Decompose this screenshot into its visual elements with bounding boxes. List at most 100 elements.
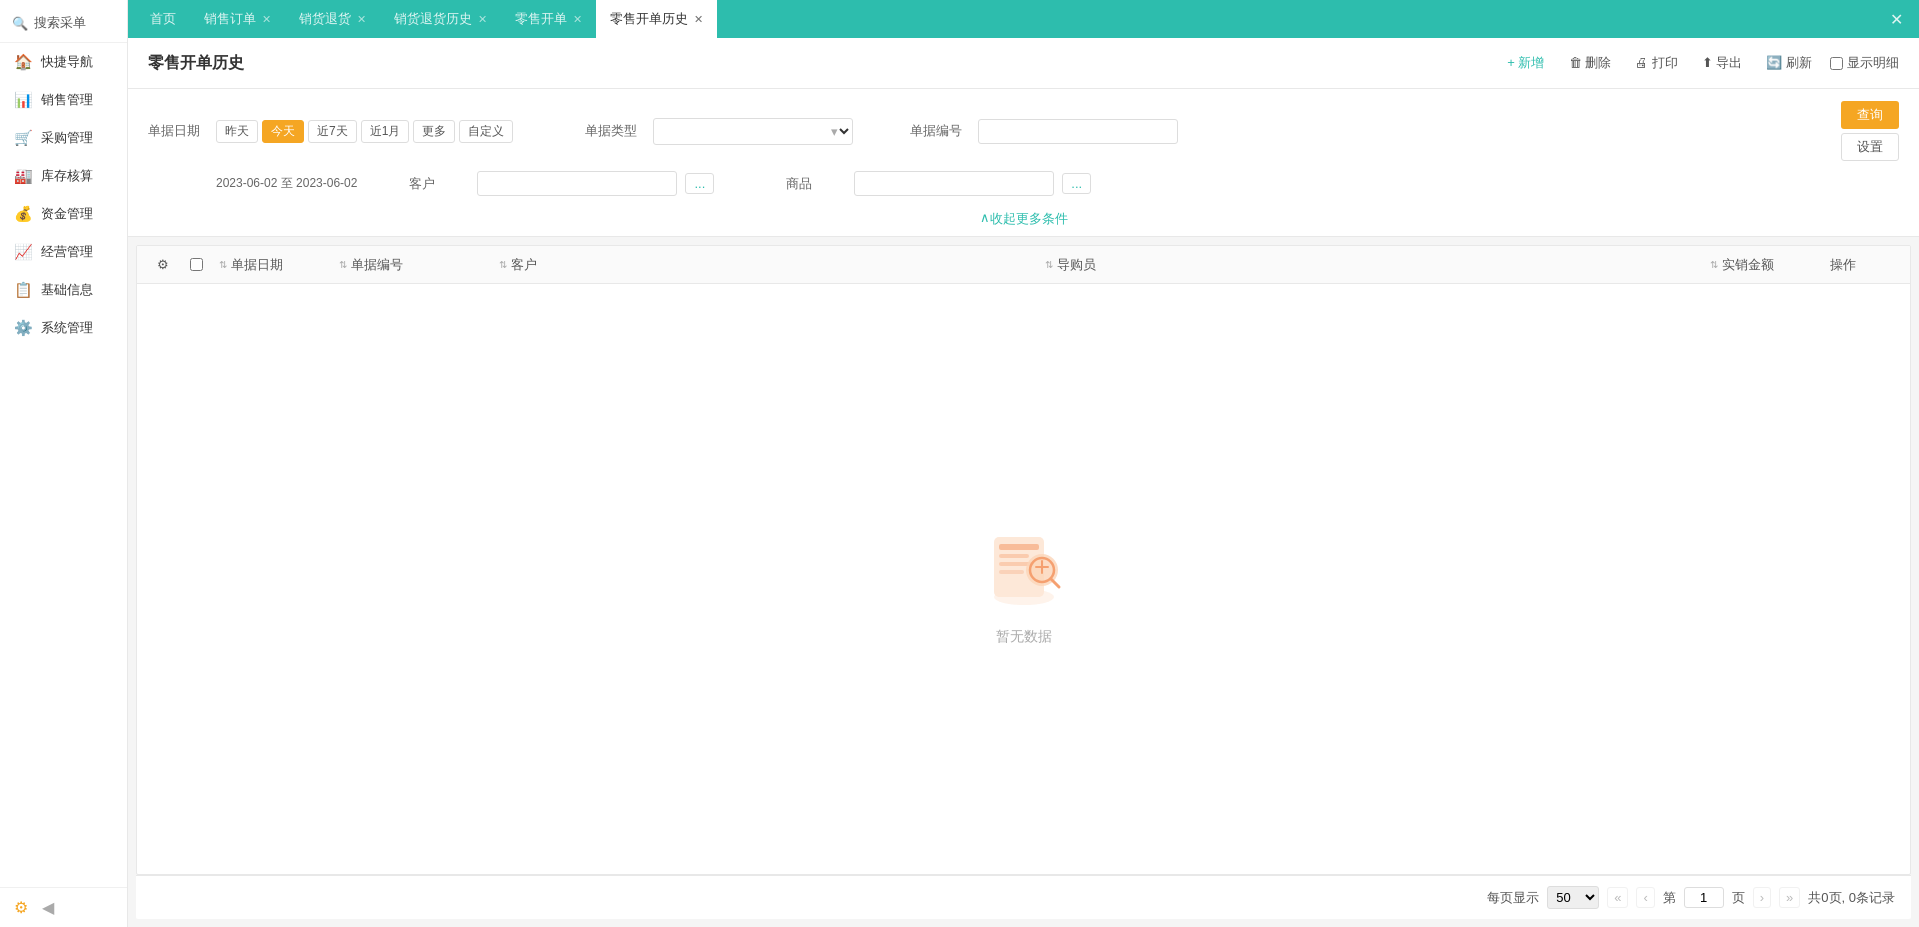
prev-page-btn[interactable]: ‹ bbox=[1636, 887, 1654, 908]
col-checkbox[interactable] bbox=[181, 258, 211, 271]
sidebar-search[interactable]: 🔍 搜索采单 bbox=[0, 0, 127, 43]
sidebar-label-sys-mgmt: 系统管理 bbox=[41, 319, 93, 337]
col-action-label: 操作 bbox=[1830, 256, 1856, 274]
tab-label-home: 首页 bbox=[150, 10, 176, 28]
tab-home[interactable]: 首页 bbox=[136, 0, 190, 38]
sidebar-item-quick-nav[interactable]: 🏠快捷导航 bbox=[0, 43, 127, 81]
content: 零售开单历史 + 新增 🗑 删除 🖨 打印 ⬆ 导出 🔄 刷新 显示明细 单据日… bbox=[128, 38, 1919, 927]
search-icon: 🔍 bbox=[12, 16, 28, 31]
first-page-btn[interactable]: « bbox=[1607, 887, 1628, 908]
sidebar-item-sales-mgmt[interactable]: 📊销售管理 bbox=[0, 81, 127, 119]
col-num-label: 单据编号 bbox=[351, 256, 403, 274]
date-filter-section: 单据日期 昨天今天近7天近1月更多自定义 bbox=[148, 120, 513, 143]
sidebar-label-purchase-mgmt: 采购管理 bbox=[41, 129, 93, 147]
col-date-sort-icon[interactable]: ⇅ bbox=[219, 259, 227, 270]
svg-line-8 bbox=[1051, 579, 1059, 587]
delete-button[interactable]: 🗑 删除 bbox=[1563, 50, 1618, 76]
collapse-more-btn[interactable]: ∧ 收起更多条件 bbox=[148, 206, 1899, 228]
settings-footer-icon[interactable]: ⚙ bbox=[14, 898, 28, 917]
svg-rect-2 bbox=[999, 544, 1039, 550]
collapse-icon[interactable]: ◀ bbox=[42, 898, 54, 917]
tab-close-sales-return-history[interactable]: ✕ bbox=[478, 13, 487, 26]
per-page-select[interactable]: 50 10 20 100 bbox=[1547, 886, 1599, 909]
close-all-button[interactable]: ✕ bbox=[1882, 10, 1911, 29]
date-btn-more[interactable]: 更多 bbox=[413, 120, 455, 143]
tab-sales-return-history[interactable]: 销货退货历史✕ bbox=[380, 0, 501, 38]
page-title: 零售开单历史 bbox=[148, 53, 244, 74]
customer-input[interactable] bbox=[477, 171, 677, 196]
total-text: 共0页, 0条记录 bbox=[1808, 889, 1895, 907]
date-btn-last7[interactable]: 近7天 bbox=[308, 120, 357, 143]
col-num-sort-icon[interactable]: ⇅ bbox=[339, 259, 347, 270]
page-label: 页 bbox=[1732, 889, 1745, 907]
customer-ellipsis-btn[interactable]: ... bbox=[685, 173, 714, 194]
next-page-btn[interactable]: › bbox=[1753, 887, 1771, 908]
col-customer-label: 客户 bbox=[511, 256, 537, 274]
date-filter-label: 单据日期 bbox=[148, 122, 208, 140]
col-amount-sort-icon[interactable]: ⇅ bbox=[1710, 259, 1718, 270]
tab-label-sales-return: 销货退货 bbox=[299, 10, 351, 28]
order-type-section: 单据类型 ▾ bbox=[585, 118, 838, 145]
settings-button[interactable]: 设置 bbox=[1841, 133, 1899, 161]
tab-sales-order[interactable]: 销售订单 ✕ bbox=[190, 0, 285, 38]
sidebar-item-inventory[interactable]: 🏭 库存核算 bbox=[0, 157, 127, 195]
date-btn-last1m[interactable]: 近1月 bbox=[361, 120, 410, 143]
date-btn-today[interactable]: 今天 bbox=[262, 120, 304, 143]
sidebar-icon-finance: 💰 bbox=[14, 205, 33, 223]
col-guide-sort-icon[interactable]: ⇅ bbox=[1045, 259, 1053, 270]
tab-close-sales-return[interactable]: ✕ bbox=[357, 13, 366, 26]
tab-sales-return[interactable]: 销货退货 ✕ bbox=[285, 0, 380, 38]
col-customer-sort-icon[interactable]: ⇅ bbox=[499, 259, 507, 270]
page-label-pre: 第 bbox=[1663, 889, 1676, 907]
goods-input[interactable] bbox=[854, 171, 1054, 196]
sidebar-item-sys-mgmt[interactable]: ⚙️系统管理 bbox=[0, 309, 127, 347]
display-detail-checkbox[interactable]: 显示明细 bbox=[1830, 54, 1899, 72]
sidebar-label-sales-mgmt: 销售管理 bbox=[41, 91, 93, 109]
sidebar-label-quick-nav: 快捷导航 bbox=[41, 53, 93, 71]
date-btn-yesterday[interactable]: 昨天 bbox=[216, 120, 258, 143]
tab-close-retail-open[interactable]: ✕ bbox=[573, 13, 582, 26]
filter-area: 单据日期 昨天今天近7天近1月更多自定义 单据类型 ▾ 单据编号 bbox=[128, 89, 1919, 237]
order-num-label: 单据编号 bbox=[910, 122, 970, 140]
display-detail-check[interactable] bbox=[1830, 57, 1843, 70]
sidebar-label-basic-info: 基础信息 bbox=[41, 281, 93, 299]
select-all-checkbox[interactable] bbox=[190, 258, 203, 271]
last-page-btn[interactable]: » bbox=[1779, 887, 1800, 908]
tab-close-sales-order[interactable]: ✕ bbox=[262, 13, 271, 26]
col-guide: ⇅ 导购员 bbox=[1037, 256, 1157, 274]
order-type-select[interactable] bbox=[653, 118, 853, 145]
tab-label-retail-open-history: 零售开单历史 bbox=[610, 10, 688, 28]
add-button[interactable]: + 新增 bbox=[1501, 50, 1550, 76]
sidebar-item-basic-info[interactable]: 📋 基础信息 bbox=[0, 271, 127, 309]
sidebar-icon-purchase-mgmt: 🛒 bbox=[14, 129, 33, 147]
sidebar-icon-basic-info: 📋 bbox=[14, 281, 33, 299]
col-amount: ⇅ 实销金额 bbox=[1702, 256, 1822, 274]
svg-rect-3 bbox=[999, 554, 1029, 558]
sidebar-icon-inventory: 🏭 bbox=[14, 167, 33, 185]
col-action: 操作 bbox=[1822, 256, 1902, 274]
sidebar-item-operation[interactable]: 📈经营管理 bbox=[0, 233, 127, 271]
tab-retail-open[interactable]: 零售开单✕ bbox=[501, 0, 596, 38]
col-customer: ⇅ 客户 bbox=[491, 256, 1037, 274]
column-settings-icon[interactable]: ⚙ bbox=[157, 257, 169, 272]
goods-ellipsis-btn[interactable]: ... bbox=[1062, 173, 1091, 194]
export-button[interactable]: ⬆ 导出 bbox=[1696, 50, 1749, 76]
col-settings[interactable]: ⚙ bbox=[145, 257, 181, 272]
empty-state: 暂无数据 bbox=[137, 284, 1910, 874]
pagination: 每页显示 50 10 20 100 « ‹ 第 页 › » 共0页, 0条记录 bbox=[136, 875, 1911, 919]
sidebar-item-purchase-mgmt[interactable]: 🛒 采购管理 bbox=[0, 119, 127, 157]
tab-close-retail-open-history[interactable]: ✕ bbox=[694, 13, 703, 26]
query-button[interactable]: 查询 bbox=[1841, 101, 1899, 129]
sidebar-item-finance[interactable]: 💰资金管理 bbox=[0, 195, 127, 233]
goods-section: 商品 ... bbox=[786, 171, 1091, 196]
refresh-button[interactable]: 🔄 刷新 bbox=[1760, 50, 1818, 76]
print-button[interactable]: 🖨 打印 bbox=[1629, 50, 1684, 76]
current-page-input[interactable] bbox=[1684, 887, 1724, 908]
sidebar-label-inventory: 库存核算 bbox=[41, 167, 93, 185]
order-num-input[interactable] bbox=[978, 119, 1178, 144]
col-date: ⇅ 单据日期 bbox=[211, 256, 331, 274]
date-btn-custom[interactable]: 自定义 bbox=[459, 120, 513, 143]
tab-retail-open-history[interactable]: 零售开单历史 ✕ bbox=[596, 0, 717, 38]
per-page-label: 每页显示 bbox=[1487, 889, 1539, 907]
tab-label-sales-order: 销售订单 bbox=[204, 10, 256, 28]
